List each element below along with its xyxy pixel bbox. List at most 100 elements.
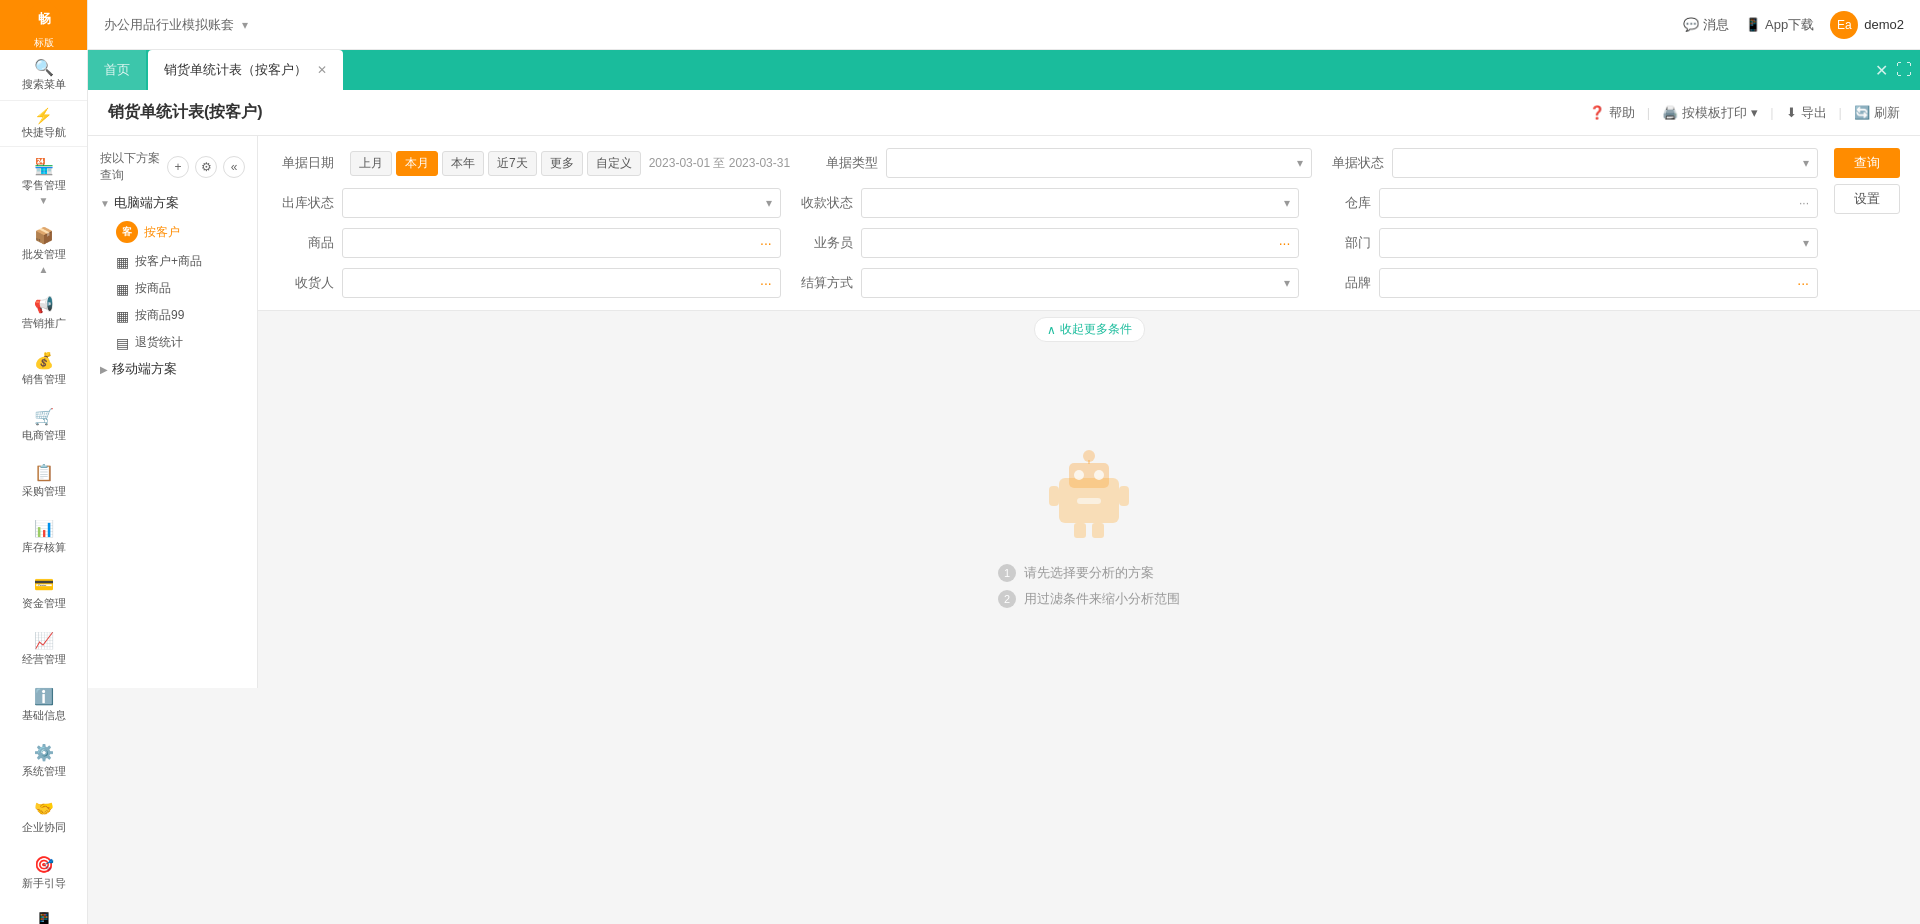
collapse-row: ∧ 收起更多条件 <box>258 311 1920 348</box>
sidebar-item-newbie[interactable]: 🎯 新手引导 <box>0 845 87 901</box>
scheme-category-mobile[interactable]: ▶ 移动端方案 <box>88 356 257 382</box>
export-icon: ⬇ <box>1786 105 1797 120</box>
filter-area: 单据日期 上月 本月 本年 近7天 更多 自定义 2023-03-01 至 20… <box>258 136 1920 311</box>
sidebar-item-enterprise[interactable]: 🤝 企业协同 <box>0 789 87 845</box>
user-profile[interactable]: Ea demo2 <box>1830 11 1904 39</box>
sidebar-quick-nav-label: 快捷导航 <box>4 125 83 140</box>
svg-rect-10 <box>1092 523 1104 538</box>
hint-1-number: 1 <box>998 564 1016 582</box>
empty-hint-2: 2 用过滤条件来缩小分析范围 <box>998 590 1180 608</box>
order-status-arrow-icon: ▾ <box>1803 156 1809 170</box>
sidebar-item-quick-nav[interactable]: ⚡ 快捷导航 <box>0 101 87 147</box>
app-download-button[interactable]: 📱 App下载 <box>1745 16 1814 34</box>
export-button[interactable]: ⬇ 导出 <box>1786 104 1827 122</box>
department-col: 部门 ▾ <box>1315 228 1818 258</box>
date-btn-this-year[interactable]: 本年 <box>442 151 484 176</box>
warehouse-select[interactable]: ··· <box>1379 188 1818 218</box>
scheme-item-by-goods-99[interactable]: ▦ 按商品99 <box>88 302 257 329</box>
scheme-add-button[interactable]: + <box>167 156 189 178</box>
warehouse-label: 仓库 <box>1315 194 1371 212</box>
svg-point-5 <box>1094 470 1104 480</box>
scheme-item-by-customer[interactable]: 客 按客户 <box>88 216 257 248</box>
query-button[interactable]: 查询 <box>1834 148 1900 178</box>
sidebar-item-system[interactable]: ⚙️ 系统管理 <box>0 733 87 789</box>
order-type-arrow-icon: ▾ <box>1297 156 1303 170</box>
svg-rect-7 <box>1049 486 1059 506</box>
sidebar-enterprise-label: 企业协同 <box>22 820 66 835</box>
tab-close-icon[interactable]: ✕ <box>317 63 327 77</box>
out-status-select[interactable]: ▾ <box>342 188 781 218</box>
sidebar-item-finance[interactable]: 💳 资金管理 <box>0 565 87 621</box>
scheme-return-icon: ▤ <box>116 335 129 351</box>
collapse-button[interactable]: ∧ 收起更多条件 <box>1034 317 1145 342</box>
logo-icon: 畅 <box>26 0 62 36</box>
page-actions: ❓ 帮助 | 🖨️ 按模板打印 ▾ | ⬇ 导出 | 🔄 刷新 <box>1589 104 1900 122</box>
brand-input[interactable]: ··· <box>1379 268 1818 298</box>
sidebar-item-search[interactable]: 🔍 搜索菜单 <box>0 50 87 101</box>
divider1: | <box>1647 105 1650 120</box>
sidebar-item-marketing[interactable]: 📢 营销推广 <box>0 285 87 341</box>
scheme-goods-label: 按商品 <box>135 280 171 297</box>
sidebar-item-wholesale[interactable]: 📦 批发管理 ▲ <box>0 216 87 285</box>
scheme-category-desktop[interactable]: ▼ 电脑端方案 <box>88 190 257 216</box>
salesperson-input[interactable]: ··· <box>861 228 1300 258</box>
date-btn-7days[interactable]: 近7天 <box>488 151 537 176</box>
goods-input[interactable]: ··· <box>342 228 781 258</box>
scheme-customer-icon: 客 <box>116 221 138 243</box>
tab-sales-stats-label: 销货单统计表（按客户） <box>164 61 307 79</box>
sidebar-item-basic[interactable]: ℹ️ 基础信息 <box>0 677 87 733</box>
logo[interactable]: 畅 标版 <box>0 0 87 50</box>
tab-expand-icon[interactable]: ⛶ <box>1896 61 1912 79</box>
sidebar-item-ecommerce[interactable]: 🛒 电商管理 <box>0 397 87 453</box>
receipt-status-col: 收款状态 ▾ <box>797 188 1300 218</box>
scheme-return-label: 退货统计 <box>135 334 183 351</box>
tab-sales-stats[interactable]: 销货单统计表（按客户） ✕ <box>148 50 343 90</box>
date-btn-last-month[interactable]: 上月 <box>350 151 392 176</box>
settings-button[interactable]: 设置 <box>1834 184 1900 214</box>
date-btn-this-month[interactable]: 本月 <box>396 151 438 176</box>
sidebar-operation-label: 经营管理 <box>22 652 66 667</box>
sidebar-newbie-label: 新手引导 <box>22 876 66 891</box>
message-button[interactable]: 💬 消息 <box>1683 16 1729 34</box>
filter-row-3: 商品 ··· 业务员 <box>278 228 1818 258</box>
scheme-item-by-goods[interactable]: ▦ 按商品 <box>88 275 257 302</box>
tab-home[interactable]: 首页 <box>88 50 146 90</box>
scheme-collapse-button[interactable]: « <box>223 156 245 178</box>
scheme-mobile-label: 移动端方案 <box>112 360 177 378</box>
refresh-button[interactable]: 🔄 刷新 <box>1854 104 1900 122</box>
tab-close-all-icon[interactable]: ✕ <box>1875 61 1888 80</box>
scheme-item-return-stats[interactable]: ▤ 退货统计 <box>88 329 257 356</box>
sidebar-item-inventory[interactable]: 📊 库存核算 <box>0 509 87 565</box>
app-download-label: App下载 <box>1765 16 1814 34</box>
filter-action-buttons: 查询 设置 <box>1834 148 1900 214</box>
payment-select[interactable]: ▾ <box>861 268 1300 298</box>
scheme-item-by-customer-goods[interactable]: ▦ 按客户+商品 <box>88 248 257 275</box>
sidebar-item-retail[interactable]: 🏪 零售管理 ▼ <box>0 147 87 216</box>
avatar: Ea <box>1830 11 1858 39</box>
divider2: | <box>1770 105 1773 120</box>
department-select[interactable]: ▾ <box>1379 228 1818 258</box>
sidebar-item-app-center[interactable]: 📱 应用中心 <box>0 901 87 924</box>
receiver-input[interactable]: ··· <box>342 268 781 298</box>
sidebar-item-purchase[interactable]: 📋 采购管理 <box>0 453 87 509</box>
svg-rect-8 <box>1119 486 1129 506</box>
order-type-select[interactable]: ▾ <box>886 148 1312 178</box>
scheme-settings-button[interactable]: ⚙ <box>195 156 217 178</box>
sidebar-marketing-label: 营销推广 <box>22 316 66 331</box>
receipt-status-select[interactable]: ▾ <box>861 188 1300 218</box>
order-status-select[interactable]: ▾ <box>1392 148 1818 178</box>
date-btn-custom[interactable]: 自定义 <box>587 151 641 176</box>
payment-arrow-icon: ▾ <box>1284 276 1290 290</box>
sidebar-retail-label: 零售管理 <box>22 178 66 193</box>
print-button[interactable]: 🖨️ 按模板打印 ▾ <box>1662 104 1758 122</box>
svg-rect-9 <box>1074 523 1086 538</box>
sidebar-item-sales[interactable]: 💰 销售管理 <box>0 341 87 397</box>
date-btn-more[interactable]: 更多 <box>541 151 583 176</box>
print-label: 按模板打印 <box>1682 104 1747 122</box>
hint-2-text: 用过滤条件来缩小分析范围 <box>1024 590 1180 608</box>
scheme-customer-goods-label: 按客户+商品 <box>135 253 202 270</box>
receipt-status-label: 收款状态 <box>797 194 853 212</box>
help-button[interactable]: ❓ 帮助 <box>1589 104 1635 122</box>
content: 销货单统计表(按客户) ❓ 帮助 | 🖨️ 按模板打印 ▾ | ⬇ 导出 | <box>88 90 1920 924</box>
sidebar-item-operation[interactable]: 📈 经营管理 <box>0 621 87 677</box>
